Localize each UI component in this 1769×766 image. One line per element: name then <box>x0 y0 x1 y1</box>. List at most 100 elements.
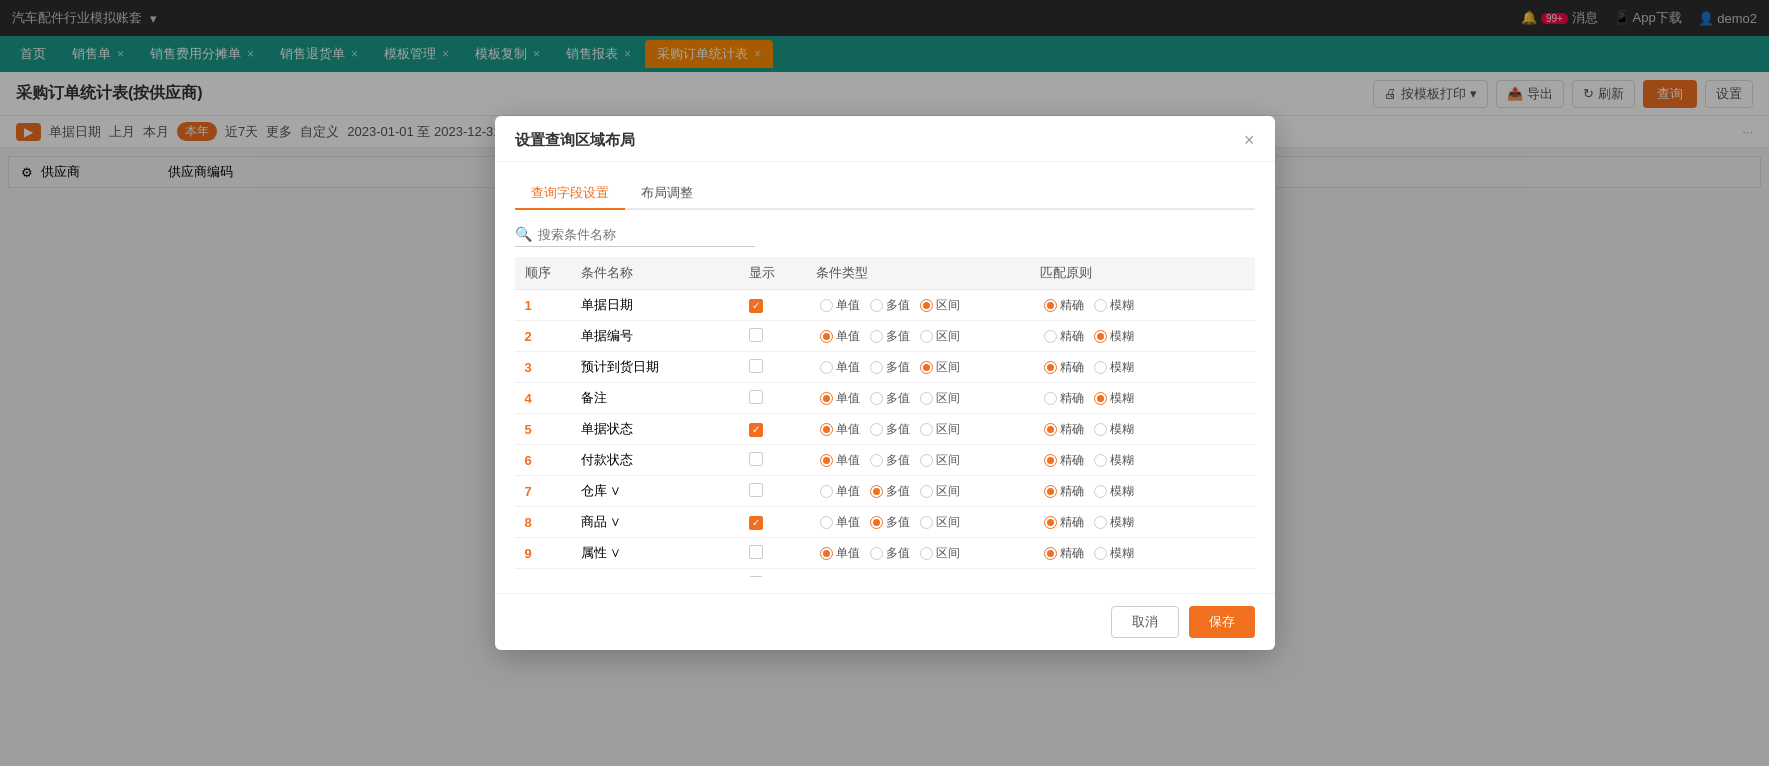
radio-label: 单值 <box>836 359 860 376</box>
type-option-多值[interactable]: 多值 <box>866 328 914 345</box>
show-checkbox[interactable] <box>749 423 763 437</box>
type-option-多值[interactable]: 多值 <box>866 514 914 531</box>
settings-dialog: 设置查询区域布局 × 查询字段设置 布局调整 🔍 顺序 <box>495 116 1275 548</box>
radio-dot <box>820 361 833 374</box>
radio-label: 多值 <box>886 545 910 549</box>
type-option-单值[interactable]: 单值 <box>816 421 864 438</box>
cell-order: 7 <box>515 476 571 507</box>
radio-dot <box>870 330 883 343</box>
type-option-区间[interactable]: 区间 <box>916 452 964 469</box>
cell-order: 6 <box>515 445 571 476</box>
cell-match: 精确 模糊 <box>1030 538 1254 549</box>
radio-dot <box>1044 392 1057 405</box>
type-option-多值[interactable]: 多值 <box>866 545 914 549</box>
type-option-单值[interactable]: 单值 <box>816 483 864 500</box>
cell-type: 单值多值 区间 <box>806 507 1030 538</box>
cell-order: 2 <box>515 321 571 352</box>
show-checkbox[interactable] <box>749 545 763 549</box>
radio-label: 单值 <box>836 328 860 345</box>
radio-dot <box>1094 392 1107 405</box>
type-option-多值[interactable]: 多值 <box>866 359 914 376</box>
cell-order: 8 <box>515 507 571 538</box>
cell-match: 精确 模糊 <box>1030 507 1254 538</box>
radio-label: 区间 <box>936 297 960 314</box>
match-option-精确[interactable]: 精确 <box>1040 359 1088 376</box>
table-header-row: 顺序 条件名称 显示 条件类型 匹配原则 <box>515 257 1255 290</box>
show-checkbox[interactable] <box>749 328 763 342</box>
tab-layout-adjust[interactable]: 布局调整 <box>625 178 709 210</box>
table-row: 4备注单值多值区间精确模糊 <box>515 383 1255 414</box>
show-checkbox[interactable] <box>749 452 763 466</box>
show-checkbox[interactable] <box>749 483 763 497</box>
search-input[interactable] <box>538 227 738 242</box>
type-option-单值[interactable]: 单值 <box>816 297 864 314</box>
match-option-精确[interactable]: 精确 <box>1040 452 1088 469</box>
match-option-精确[interactable]: 精确 <box>1040 545 1088 549</box>
radio-label: 多值 <box>886 483 910 500</box>
dialog-close-button[interactable]: × <box>1244 130 1255 151</box>
type-option-区间[interactable]: 区间 <box>916 421 964 438</box>
match-option-模糊[interactable]: 模糊 <box>1090 545 1138 549</box>
cell-name: 单据状态 <box>571 414 739 445</box>
radio-dot <box>1094 361 1107 374</box>
type-option-单值[interactable]: 单值 <box>816 452 864 469</box>
match-option-精确[interactable]: 精确 <box>1040 390 1088 407</box>
show-checkbox[interactable] <box>749 359 763 373</box>
radio-label: 精确 <box>1060 483 1084 500</box>
cell-name: 单据日期 <box>571 290 739 321</box>
type-option-多值[interactable]: 多值 <box>866 297 914 314</box>
type-option-单值[interactable]: 单值 <box>816 359 864 376</box>
tab-field-settings[interactable]: 查询字段设置 <box>515 178 625 210</box>
match-option-模糊[interactable]: 模糊 <box>1090 483 1138 500</box>
radio-dot <box>1044 299 1057 312</box>
type-option-单值[interactable]: 单值 <box>816 328 864 345</box>
radio-label: 精确 <box>1060 421 1084 438</box>
match-option-模糊[interactable]: 模糊 <box>1090 328 1138 345</box>
show-checkbox[interactable] <box>749 390 763 404</box>
show-checkbox[interactable] <box>749 516 763 530</box>
radio-dot <box>1044 361 1057 374</box>
radio-dot <box>870 299 883 312</box>
match-option-精确[interactable]: 精确 <box>1040 328 1088 345</box>
match-option-精确[interactable]: 精确 <box>1040 514 1088 531</box>
type-option-区间[interactable]: 区间 <box>916 483 964 500</box>
type-option-单值[interactable]: 单值 <box>816 514 864 531</box>
type-option-多值[interactable]: 多值 <box>866 483 914 500</box>
modal-overlay: 设置查询区域布局 × 查询字段设置 布局调整 🔍 顺序 <box>0 0 1769 548</box>
type-option-多值[interactable]: 多值 <box>866 452 914 469</box>
show-checkbox[interactable] <box>749 299 763 313</box>
cell-match: 精确模糊 <box>1030 290 1254 321</box>
match-option-模糊[interactable]: 模糊 <box>1090 514 1138 531</box>
cell-show <box>739 445 806 476</box>
radio-label: 模糊 <box>1110 452 1134 469</box>
type-option-区间[interactable]: 区间 <box>916 297 964 314</box>
match-option-模糊[interactable]: 模糊 <box>1090 359 1138 376</box>
match-option-模糊[interactable]: 模糊 <box>1090 421 1138 438</box>
radio-label: 精确 <box>1060 545 1084 549</box>
cell-type: 单值多值区间 <box>806 445 1030 476</box>
radio-dot <box>1094 423 1107 436</box>
radio-label: 多值 <box>886 328 910 345</box>
type-option-区间[interactable]: 区间 <box>916 328 964 345</box>
th-match: 匹配原则 <box>1030 257 1254 290</box>
type-option-区间[interactable]: 区间 <box>916 390 964 407</box>
match-option-模糊[interactable]: 模糊 <box>1090 297 1138 314</box>
type-option-区间[interactable]: 区间 <box>916 545 964 549</box>
radio-dot <box>1094 330 1107 343</box>
type-option-多值[interactable]: 多值 <box>866 421 914 438</box>
match-option-模糊[interactable]: 模糊 <box>1090 390 1138 407</box>
radio-label: 精确 <box>1060 297 1084 314</box>
type-option-区间[interactable]: 区间 <box>916 359 964 376</box>
type-option-多值[interactable]: 多值 <box>866 390 914 407</box>
radio-dot <box>920 547 933 549</box>
match-option-模糊[interactable]: 模糊 <box>1090 452 1138 469</box>
radio-dot <box>1094 299 1107 312</box>
type-option-单值[interactable]: 单值 <box>816 545 864 549</box>
match-option-精确[interactable]: 精确 <box>1040 483 1088 500</box>
match-option-精确[interactable]: 精确 <box>1040 421 1088 438</box>
match-option-精确[interactable]: 精确 <box>1040 297 1088 314</box>
radio-label: 区间 <box>936 514 960 531</box>
radio-label: 模糊 <box>1110 514 1134 531</box>
type-option-单值[interactable]: 单值 <box>816 390 864 407</box>
type-option-区间[interactable]: 区间 <box>916 514 964 531</box>
